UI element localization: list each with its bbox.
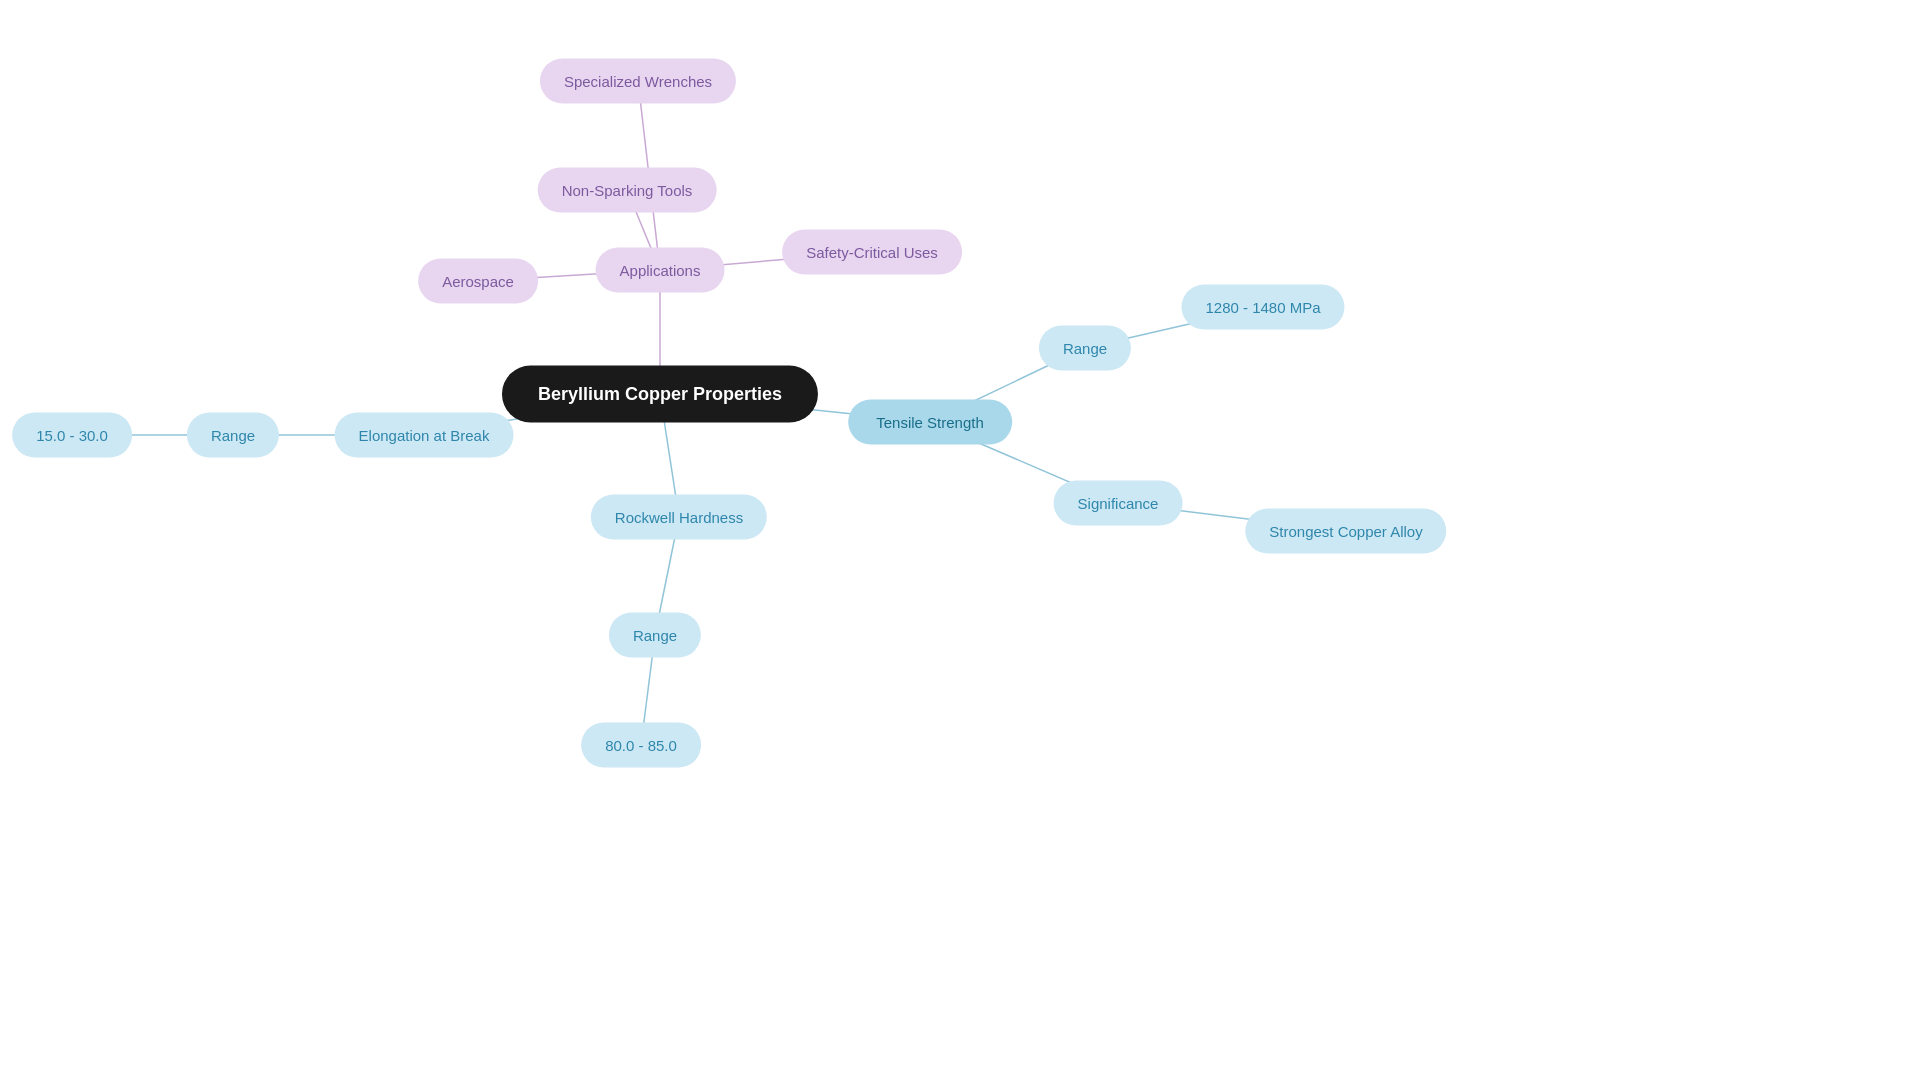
range-left-node[interactable]: Range — [187, 413, 279, 458]
safety-critical-uses-node[interactable]: Safety-Critical Uses — [782, 230, 962, 275]
value-bottom-node[interactable]: 80.0 - 85.0 — [581, 723, 701, 768]
center-node[interactable]: Beryllium Copper Properties — [502, 366, 818, 423]
tensile-strength-node[interactable]: Tensile Strength — [848, 400, 1012, 445]
applications-node[interactable]: Applications — [596, 248, 725, 293]
value-left-node[interactable]: 15.0 - 30.0 — [12, 413, 132, 458]
rockwell-hardness-node[interactable]: Rockwell Hardness — [591, 495, 767, 540]
elongation-at-break-node[interactable]: Elongation at Break — [335, 413, 514, 458]
range-right-node[interactable]: Range — [1039, 326, 1131, 371]
non-sparking-tools-node[interactable]: Non-Sparking Tools — [538, 168, 717, 213]
strongest-copper-alloy-node[interactable]: Strongest Copper Alloy — [1245, 509, 1446, 554]
value-range-mpa-node[interactable]: 1280 - 1480 MPa — [1181, 285, 1344, 330]
aerospace-node[interactable]: Aerospace — [418, 259, 538, 304]
significance-node[interactable]: Significance — [1054, 481, 1183, 526]
range-bottom-node[interactable]: Range — [609, 613, 701, 658]
specialized-wrenches-node[interactable]: Specialized Wrenches — [540, 59, 736, 104]
